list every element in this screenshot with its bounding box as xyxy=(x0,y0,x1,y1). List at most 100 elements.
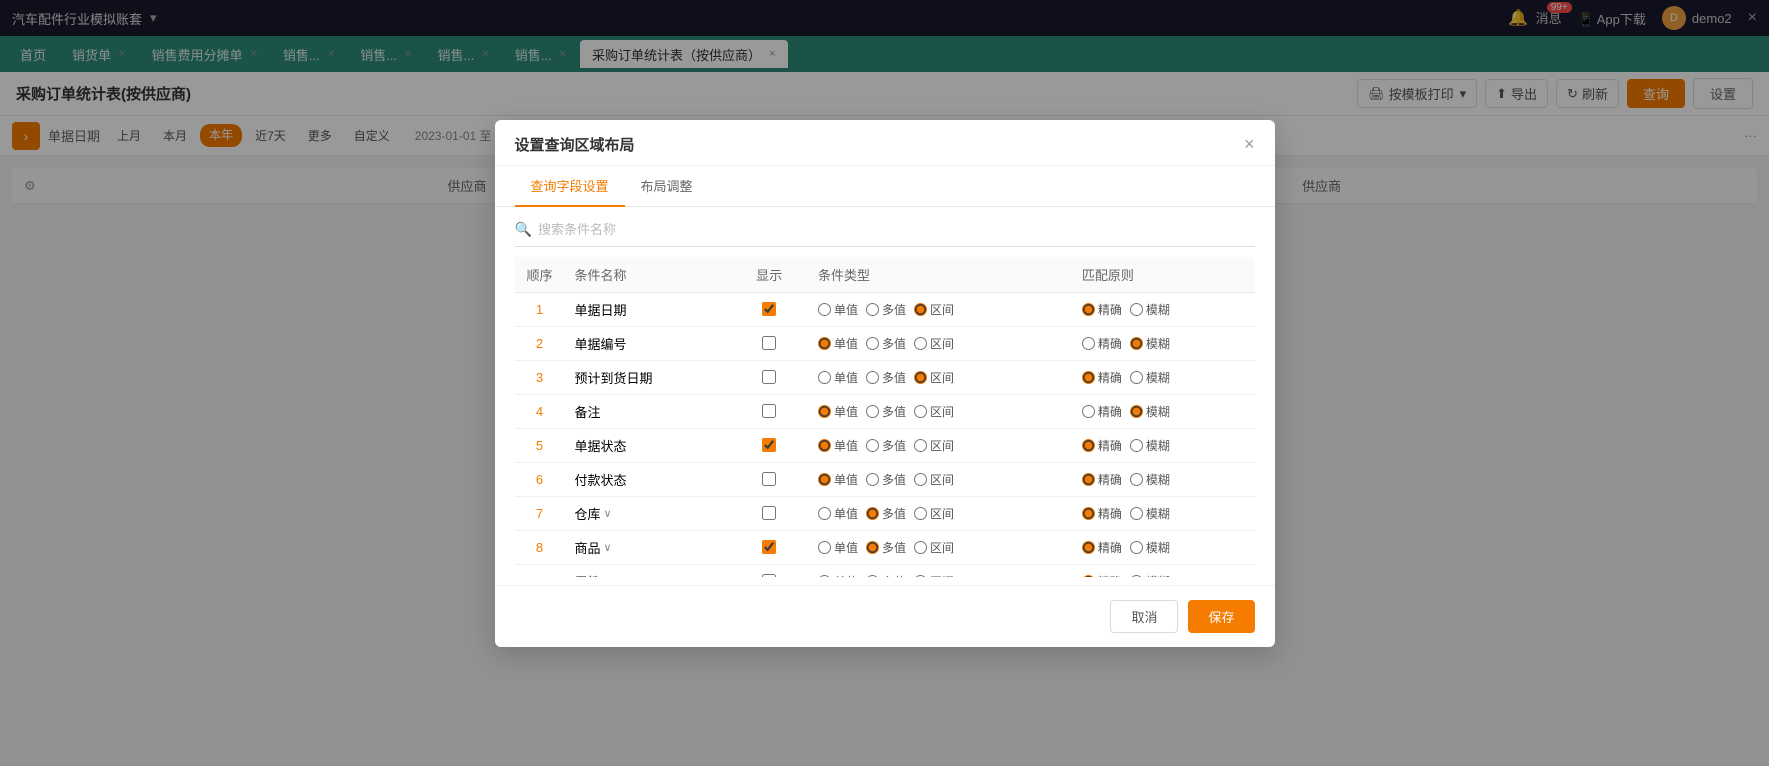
type-range-radio[interactable]: 区间 xyxy=(914,573,954,577)
match-fuzzy-radio[interactable]: 模糊 xyxy=(1130,403,1170,420)
type-range-radio[interactable]: 区间 xyxy=(914,335,954,352)
type-multi-radio[interactable]: 多值 xyxy=(866,539,906,556)
match-fuzzy-radio[interactable]: 模糊 xyxy=(1130,505,1170,522)
display-checkbox[interactable] xyxy=(762,404,776,418)
match-fuzzy-radio[interactable]: 模糊 xyxy=(1130,437,1170,454)
row-display xyxy=(730,394,808,428)
type-single-radio[interactable]: 单值 xyxy=(818,301,858,318)
row-order: 4 xyxy=(515,394,565,428)
display-checkbox[interactable] xyxy=(762,540,776,554)
type-range-radio[interactable]: 区间 xyxy=(914,369,954,386)
match-exact-radio[interactable]: 精确 xyxy=(1082,369,1122,386)
match-fuzzy-radio[interactable]: 模糊 xyxy=(1130,471,1170,488)
dialog-tabs: 查询字段设置 布局调整 xyxy=(495,166,1275,207)
col-condition-name: 条件名称 xyxy=(565,257,731,293)
table-row: 7仓库 ∨ 单值 多值 区间 精确 模糊 xyxy=(515,496,1255,530)
chevron-down-icon[interactable]: ∨ xyxy=(604,507,612,520)
match-exact-radio[interactable]: 精确 xyxy=(1082,539,1122,556)
row-condition-name: 商品 ∨ xyxy=(565,530,731,564)
table-row: 8商品 ∨ 单值 多值 区间 精确 模糊 xyxy=(515,530,1255,564)
type-single-radio[interactable]: 单值 xyxy=(818,573,858,577)
type-multi-radio[interactable]: 多值 xyxy=(866,437,906,454)
row-condition-name: 备注 xyxy=(565,394,731,428)
chevron-down-icon[interactable]: ∨ xyxy=(604,575,612,577)
row-display xyxy=(730,360,808,394)
row-match-rule: 精确 模糊 xyxy=(1072,496,1255,530)
match-fuzzy-radio[interactable]: 模糊 xyxy=(1130,335,1170,352)
row-order: 2 xyxy=(515,326,565,360)
row-order: 7 xyxy=(515,496,565,530)
row-display xyxy=(730,326,808,360)
row-order: 5 xyxy=(515,428,565,462)
display-checkbox[interactable] xyxy=(762,370,776,384)
match-exact-radio[interactable]: 精确 xyxy=(1082,403,1122,420)
type-single-radio[interactable]: 单值 xyxy=(818,505,858,522)
match-fuzzy-radio[interactable]: 模糊 xyxy=(1130,369,1170,386)
type-single-radio[interactable]: 单值 xyxy=(818,335,858,352)
match-exact-radio[interactable]: 精确 xyxy=(1082,471,1122,488)
row-match-rule: 精确 模糊 xyxy=(1072,530,1255,564)
row-condition-type: 单值 多值 区间 xyxy=(808,496,1072,530)
row-order: 6 xyxy=(515,462,565,496)
type-range-radio[interactable]: 区间 xyxy=(914,437,954,454)
modal-overlay: 设置查询区域布局 × 查询字段设置 布局调整 🔍 顺序 条件名称 xyxy=(0,0,1769,766)
type-multi-radio[interactable]: 多值 xyxy=(866,403,906,420)
display-checkbox[interactable] xyxy=(762,506,776,520)
row-condition-name: 预计到货日期 xyxy=(565,360,731,394)
match-fuzzy-radio[interactable]: 模糊 xyxy=(1130,301,1170,318)
type-range-radio[interactable]: 区间 xyxy=(914,471,954,488)
type-multi-radio[interactable]: 多值 xyxy=(866,505,906,522)
match-exact-radio[interactable]: 精确 xyxy=(1082,335,1122,352)
table-row: 1单据日期 单值 多值 区间 精确 模糊 xyxy=(515,292,1255,326)
row-match-rule: 精确 模糊 xyxy=(1072,394,1255,428)
settings-table: 顺序 条件名称 显示 条件类型 匹配原则 1单据日期 单值 多值 xyxy=(515,257,1255,577)
cancel-button[interactable]: 取消 xyxy=(1110,600,1178,633)
type-multi-radio[interactable]: 多值 xyxy=(866,369,906,386)
type-single-radio[interactable]: 单值 xyxy=(818,369,858,386)
dialog-body: 🔍 顺序 条件名称 显示 条件类型 匹配原则 xyxy=(495,207,1275,577)
tab-layout-adjust[interactable]: 布局调整 xyxy=(625,166,709,207)
display-checkbox[interactable] xyxy=(762,336,776,350)
dialog-title: 设置查询区域布局 xyxy=(515,134,635,155)
match-fuzzy-radio[interactable]: 模糊 xyxy=(1130,539,1170,556)
match-exact-radio[interactable]: 精确 xyxy=(1082,573,1122,577)
type-range-radio[interactable]: 区间 xyxy=(914,301,954,318)
type-single-radio[interactable]: 单值 xyxy=(818,539,858,556)
type-multi-radio[interactable]: 多值 xyxy=(866,573,906,577)
type-range-radio[interactable]: 区间 xyxy=(914,505,954,522)
search-input[interactable] xyxy=(538,222,1255,237)
display-checkbox[interactable] xyxy=(762,302,776,316)
tab-query-fields[interactable]: 查询字段设置 xyxy=(515,166,625,207)
display-checkbox[interactable] xyxy=(762,472,776,486)
row-order: 8 xyxy=(515,530,565,564)
table-row: 6付款状态 单值 多值 区间 精确 模糊 xyxy=(515,462,1255,496)
row-condition-type: 单值 多值 区间 xyxy=(808,428,1072,462)
row-condition-name: 单据状态 xyxy=(565,428,731,462)
type-range-radio[interactable]: 区间 xyxy=(914,539,954,556)
match-fuzzy-radio[interactable]: 模糊 xyxy=(1130,573,1170,577)
type-single-radio[interactable]: 单值 xyxy=(818,471,858,488)
match-exact-radio[interactable]: 精确 xyxy=(1082,505,1122,522)
type-multi-radio[interactable]: 多值 xyxy=(866,471,906,488)
type-range-radio[interactable]: 区间 xyxy=(914,403,954,420)
match-exact-radio[interactable]: 精确 xyxy=(1082,437,1122,454)
type-multi-radio[interactable]: 多值 xyxy=(866,335,906,352)
type-single-radio[interactable]: 单值 xyxy=(818,437,858,454)
display-checkbox[interactable] xyxy=(762,438,776,452)
row-display xyxy=(730,462,808,496)
dialog-close-btn[interactable]: × xyxy=(1244,135,1255,153)
match-exact-radio[interactable]: 精确 xyxy=(1082,301,1122,318)
type-single-radio[interactable]: 单值 xyxy=(818,403,858,420)
row-condition-type: 单值 多值 区间 xyxy=(808,360,1072,394)
display-checkbox[interactable] xyxy=(762,574,776,577)
row-match-rule: 精确 模糊 xyxy=(1072,462,1255,496)
row-condition-name: 单据日期 xyxy=(565,292,731,326)
settings-table-scroll[interactable]: 顺序 条件名称 显示 条件类型 匹配原则 1单据日期 单值 多值 xyxy=(515,257,1255,577)
row-match-rule: 精确 模糊 xyxy=(1072,292,1255,326)
search-icon: 🔍 xyxy=(515,221,532,238)
chevron-down-icon[interactable]: ∨ xyxy=(604,541,612,554)
col-match-rule: 匹配原则 xyxy=(1072,257,1255,293)
save-button[interactable]: 保存 xyxy=(1188,600,1254,633)
dialog-footer: 取消 保存 xyxy=(495,585,1275,647)
type-multi-radio[interactable]: 多值 xyxy=(866,301,906,318)
